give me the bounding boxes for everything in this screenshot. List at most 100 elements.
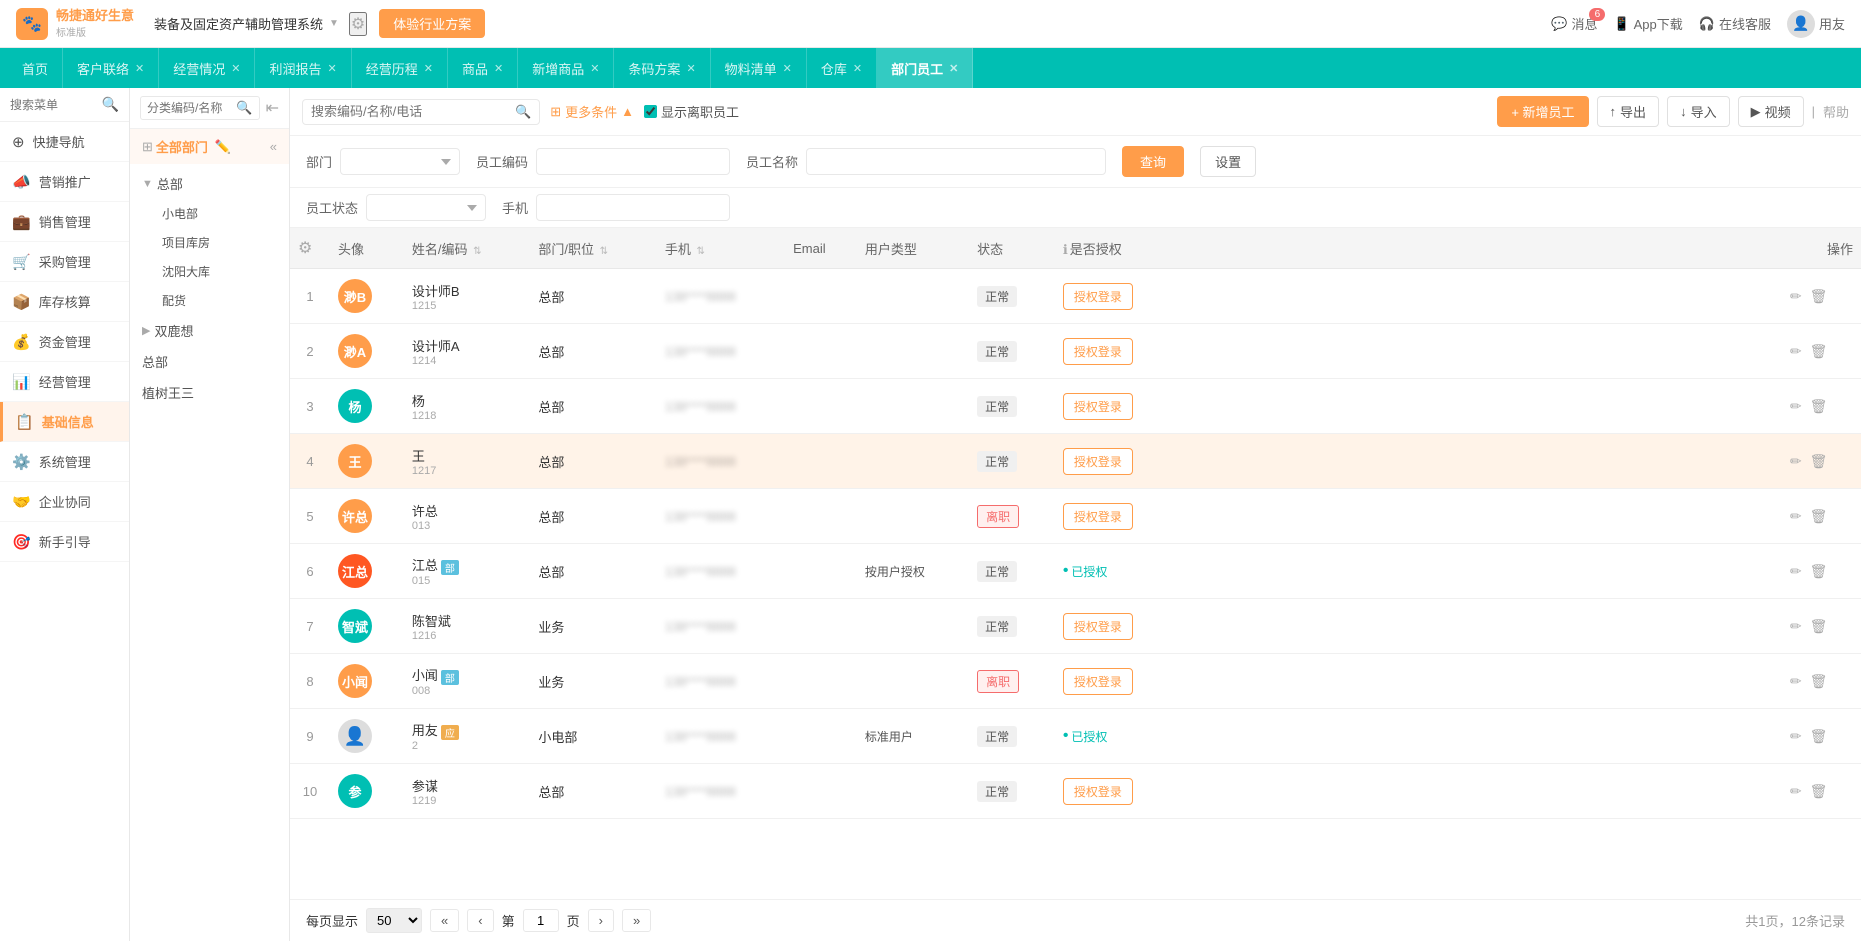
- show-resigned-label[interactable]: 显示离职员工: [644, 102, 739, 121]
- dept-item-xiaodian[interactable]: 小电部: [138, 199, 289, 228]
- close-bom-tab[interactable]: ✕: [783, 62, 792, 75]
- code-filter-input[interactable]: [536, 148, 730, 175]
- add-employee-button[interactable]: + 新增员工: [1497, 96, 1588, 127]
- cell-auth[interactable]: 已授权: [1055, 709, 1182, 764]
- delete-icon[interactable]: 🗑: [1810, 453, 1828, 470]
- auth-button[interactable]: 授权登录: [1063, 338, 1133, 365]
- edit-icon[interactable]: ✏: [1790, 563, 1802, 580]
- status-filter-select[interactable]: [366, 194, 486, 221]
- query-button[interactable]: 查询: [1122, 146, 1184, 177]
- dept-item-zhushu[interactable]: 植树王三: [130, 377, 289, 408]
- next-page-button[interactable]: ›: [588, 909, 614, 932]
- edit-icon[interactable]: ✏: [1790, 783, 1802, 800]
- message-button[interactable]: 💬 消息 6: [1551, 14, 1597, 33]
- edit-icon[interactable]: ✏: [1790, 618, 1802, 635]
- dept-filter-select[interactable]: [340, 148, 460, 175]
- col-gear[interactable]: ⚙: [290, 228, 330, 269]
- dept-item-project[interactable]: 项目库房: [138, 228, 289, 257]
- delete-icon[interactable]: 🗑: [1810, 398, 1828, 415]
- tab-customer[interactable]: 客户联络✕: [63, 48, 159, 88]
- tab-goods[interactable]: 商品✕: [448, 48, 518, 88]
- phone-filter-input[interactable]: [536, 194, 730, 221]
- tab-warehouse[interactable]: 仓库✕: [807, 48, 877, 88]
- auth-button[interactable]: 授权登录: [1063, 393, 1133, 420]
- edit-icon[interactable]: ✏: [1790, 728, 1802, 745]
- sidebar-item-purchase[interactable]: 🛒 采购管理: [0, 242, 129, 282]
- app-download-button[interactable]: 📱 App下载: [1613, 14, 1682, 33]
- edit-icon[interactable]: ✏: [1790, 343, 1802, 360]
- delete-icon[interactable]: 🗑: [1810, 618, 1828, 635]
- sidebar-item-marketing[interactable]: 📣 营销推广: [0, 162, 129, 202]
- dept-item-zongbu[interactable]: 总部: [130, 346, 289, 377]
- more-filter-button[interactable]: ⊞ 更多条件 ▲: [550, 102, 634, 121]
- sidebar-search-input[interactable]: [10, 98, 102, 112]
- close-customer-tab[interactable]: ✕: [135, 62, 144, 75]
- close-barcode-tab[interactable]: ✕: [686, 62, 695, 75]
- export-button[interactable]: ↑ 导出: [1597, 96, 1660, 127]
- name-filter-input[interactable]: [806, 148, 1106, 175]
- page-input[interactable]: [523, 909, 559, 932]
- sidebar-item-basic-info[interactable]: 📋 基础信息: [0, 402, 129, 442]
- edit-icon[interactable]: ✏: [1790, 288, 1802, 305]
- auth-button[interactable]: 授权登录: [1063, 613, 1133, 640]
- dept-item-head[interactable]: ▼ 总部: [130, 168, 289, 199]
- edit-icon[interactable]: ✏: [1790, 508, 1802, 525]
- auth-button[interactable]: 授权登录: [1063, 448, 1133, 475]
- cell-auth[interactable]: 授权登录: [1055, 764, 1182, 819]
- delete-icon[interactable]: 🗑: [1810, 563, 1828, 580]
- sidebar-item-enterprise[interactable]: 🤝 企业协同: [0, 482, 129, 522]
- import-button[interactable]: ↓ 导入: [1667, 96, 1730, 127]
- cell-auth[interactable]: 授权登录: [1055, 269, 1182, 324]
- user-menu[interactable]: 👤 用友: [1787, 10, 1845, 38]
- prev-page-button[interactable]: ‹: [467, 909, 493, 932]
- col-dept[interactable]: 部门/职位 ⇅: [530, 228, 656, 269]
- sidebar-item-sales[interactable]: 💼 销售管理: [0, 202, 129, 242]
- sidebar-item-quick-nav[interactable]: ⊕ 快捷导航: [0, 122, 129, 162]
- delete-icon[interactable]: 🗑: [1810, 343, 1828, 360]
- first-page-button[interactable]: «: [430, 909, 459, 932]
- auth-button[interactable]: 授权登录: [1063, 503, 1133, 530]
- cell-auth[interactable]: 授权登录: [1055, 489, 1182, 544]
- online-service-button[interactable]: 🎧 在线客服: [1699, 14, 1771, 33]
- dept-edit-icon[interactable]: ✏️: [215, 139, 231, 155]
- dept-panel-collapse-icon[interactable]: ⇤: [266, 98, 279, 118]
- delete-icon[interactable]: 🗑: [1810, 728, 1828, 745]
- cell-auth[interactable]: 授权登录: [1055, 654, 1182, 709]
- tab-home[interactable]: 首页: [8, 48, 63, 88]
- video-button[interactable]: ▶ 视频: [1738, 96, 1804, 127]
- dept-search-input[interactable]: [147, 101, 236, 115]
- dept-item-shuanglu[interactable]: ▶ 双鹿想: [130, 315, 289, 346]
- tab-profit[interactable]: 利润报告✕: [255, 48, 351, 88]
- dept-all-item[interactable]: ⊞ 全部部门 ✏️ «: [130, 129, 289, 164]
- trial-button[interactable]: 体验行业方案: [379, 9, 485, 38]
- auth-button[interactable]: 授权登录: [1063, 283, 1133, 310]
- tab-operation[interactable]: 经营情况✕: [159, 48, 255, 88]
- close-add-goods-tab[interactable]: ✕: [590, 62, 599, 75]
- tab-barcode[interactable]: 条码方案✕: [614, 48, 710, 88]
- delete-icon[interactable]: 🗑: [1810, 288, 1828, 305]
- edit-icon[interactable]: ✏: [1790, 673, 1802, 690]
- delete-icon[interactable]: 🗑: [1810, 673, 1828, 690]
- tab-employee[interactable]: 部门员工✕: [877, 48, 973, 88]
- gear-button[interactable]: ⚙: [349, 12, 367, 36]
- sidebar-item-finance[interactable]: 💰 资金管理: [0, 322, 129, 362]
- cell-auth[interactable]: 授权登录: [1055, 379, 1182, 434]
- sidebar-item-guide[interactable]: 🎯 新手引导: [0, 522, 129, 562]
- close-operation-tab[interactable]: ✕: [231, 62, 240, 75]
- auth-button[interactable]: 授权登录: [1063, 668, 1133, 695]
- close-profit-tab[interactable]: ✕: [328, 62, 337, 75]
- tab-history[interactable]: 经营历程✕: [352, 48, 448, 88]
- dept-item-shenyang[interactable]: 沈阳大库: [138, 257, 289, 286]
- close-employee-tab[interactable]: ✕: [949, 62, 958, 75]
- auth-button[interactable]: 授权登录: [1063, 778, 1133, 805]
- dept-item-peihuo[interactable]: 配货: [138, 286, 289, 315]
- tab-bom[interactable]: 物料清单✕: [711, 48, 807, 88]
- cell-auth[interactable]: 授权登录: [1055, 434, 1182, 489]
- sidebar-item-system[interactable]: ⚙️ 系统管理: [0, 442, 129, 482]
- edit-icon[interactable]: ✏: [1790, 453, 1802, 470]
- tab-add-goods[interactable]: 新增商品✕: [518, 48, 614, 88]
- show-resigned-checkbox[interactable]: [644, 105, 657, 118]
- delete-icon[interactable]: 🗑: [1810, 783, 1828, 800]
- cell-auth[interactable]: 授权登录: [1055, 599, 1182, 654]
- system-dropdown-icon[interactable]: ▼: [329, 18, 339, 29]
